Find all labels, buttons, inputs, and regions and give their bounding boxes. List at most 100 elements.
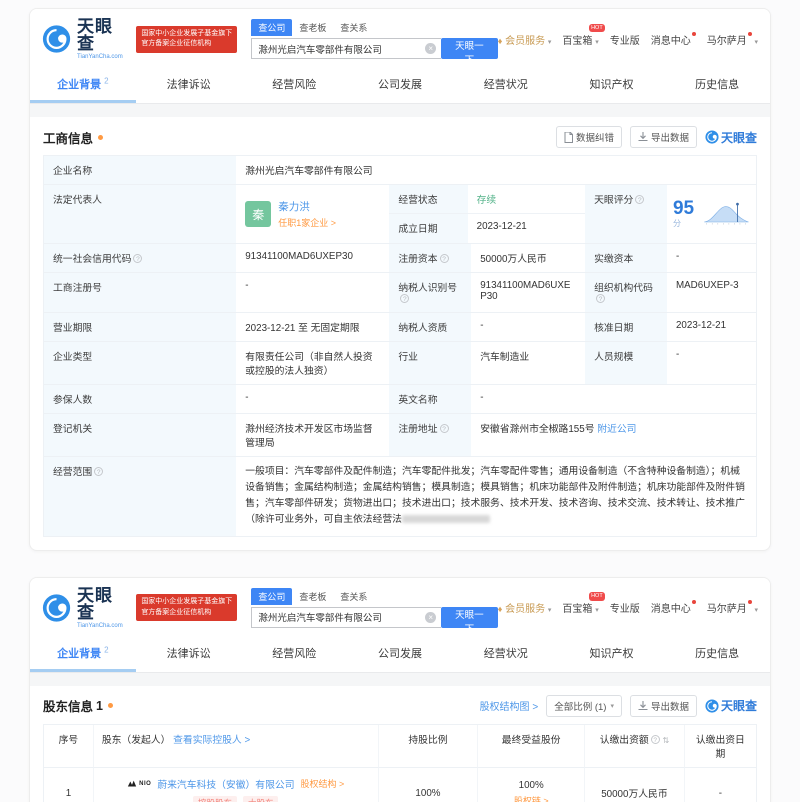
clear-search-icon[interactable]: × <box>425 43 436 54</box>
section-divider <box>30 104 770 117</box>
search-input[interactable] <box>251 607 441 628</box>
tab-company-background[interactable]: 企业背景 2 <box>30 636 136 672</box>
tianyancha-eye-icon <box>42 593 71 623</box>
notification-dot <box>748 32 752 36</box>
nav-vip-services[interactable]: ♦ 会员服务 ▾ <box>498 32 552 47</box>
info-icon[interactable]: ? <box>400 294 409 303</box>
table-header-row: 序号 股东（发起人） 查看实际控股人 > 持股比例 最终受益股份 认缴出资额? … <box>44 725 756 768</box>
vip-diamond-icon: ♦ <box>498 604 503 614</box>
tab-history-info[interactable]: 历史信息 <box>664 636 770 672</box>
info-icon[interactable]: ? <box>440 254 449 263</box>
info-icon[interactable]: ? <box>94 467 103 476</box>
search-tab-relation[interactable]: 查关系 <box>333 19 374 36</box>
tianyancha-logo[interactable]: 天眼查 TianYanCha.com <box>42 587 129 629</box>
field-label: 注册资本? <box>389 244 471 272</box>
search-button[interactable]: 天眼一下 <box>441 38 498 59</box>
nio-logo-icon <box>127 779 137 789</box>
date-value: - <box>685 768 756 802</box>
search-input[interactable] <box>251 38 441 59</box>
tab-operation-status[interactable]: 经营状况 <box>453 67 559 103</box>
data-correction-button[interactable]: 数据纠错 <box>556 126 622 148</box>
nav-user-menu[interactable]: 马尔萨月 ▾ <box>707 600 758 615</box>
table-row: 登记机关 滁州经济技术开发区市场监督管理局 注册地址? 安徽省滁州市全椒路155… <box>44 414 756 457</box>
field-value: 有限责任公司（非自然人投资或控股的法人独资） <box>236 342 389 384</box>
tab-intellectual-property[interactable]: 知识产权 <box>559 636 665 672</box>
info-icon[interactable]: ? <box>440 424 449 433</box>
nav-toolbox[interactable]: HOT百宝箱 ▾ <box>562 32 598 47</box>
nav-vip-services[interactable]: ♦ 会员服务 ▾ <box>498 600 552 615</box>
search-tab-company[interactable]: 查公司 <box>251 19 292 36</box>
search-tab-relation[interactable]: 查关系 <box>333 588 374 605</box>
monitor-dot-icon <box>108 703 113 708</box>
field-value: 汽车制造业 <box>471 342 585 384</box>
field-value: MAD6UXEP-3 <box>667 273 756 312</box>
export-data-button[interactable]: 导出数据 <box>630 126 697 148</box>
legal-rep-link[interactable]: 秦力洪 <box>278 199 336 214</box>
column-header: 持股比例 <box>379 725 479 768</box>
info-icon[interactable]: ? <box>651 735 660 744</box>
search-tab-company[interactable]: 查公司 <box>251 588 292 605</box>
section-divider <box>30 673 770 686</box>
tianyancha-logo[interactable]: 天眼查 TianYanCha.com <box>42 18 129 60</box>
field-label: 登记机关 <box>44 414 236 456</box>
equity-structure-chart-link[interactable]: 股权结构图 > <box>480 698 539 713</box>
tab-intellectual-property[interactable]: 知识产权 <box>559 67 665 103</box>
search-tab-boss[interactable]: 查老板 <box>292 588 333 605</box>
column-header: 最终受益股份 <box>478 725 585 768</box>
tab-history-info[interactable]: 历史信息 <box>664 67 770 103</box>
established-date-value: 2023-12-21 <box>468 214 585 243</box>
nav-toolbox[interactable]: HOT百宝箱 ▾ <box>562 600 598 615</box>
export-data-button[interactable]: 导出数据 <box>630 695 697 717</box>
nav-user-menu[interactable]: 马尔萨月 ▾ <box>707 32 758 47</box>
search-area: 查公司 查老板 查关系 × 天眼一下 <box>251 19 497 59</box>
tab-company-development[interactable]: 公司发展 <box>347 67 453 103</box>
ratio-value: 100% <box>379 768 479 802</box>
tianyan-score-cell[interactable]: 95分 <box>667 185 756 243</box>
nav-message-center[interactable]: 消息中心 <box>651 600 696 615</box>
info-icon[interactable]: ? <box>635 195 644 204</box>
shareholder-name-link[interactable]: 蔚来汽车科技（安徽）有限公司 <box>157 777 294 791</box>
section-count: 1 <box>96 699 103 713</box>
tab-operation-risk[interactable]: 经营风险 <box>241 636 347 672</box>
download-icon <box>638 701 648 711</box>
info-icon[interactable]: ? <box>133 254 142 263</box>
tab-company-development[interactable]: 公司发展 <box>347 636 453 672</box>
info-icon[interactable]: ? <box>596 294 605 303</box>
site-header: 天眼查 TianYanCha.com 国家中小企业发展子基金旗下 官方备案企业征… <box>30 9 770 67</box>
tab-legal-proceedings[interactable]: 法律诉讼 <box>136 67 242 103</box>
nav-message-center[interactable]: 消息中心 <box>651 32 696 47</box>
nav-pro-version[interactable]: 专业版 <box>610 32 640 47</box>
search-tab-boss[interactable]: 查老板 <box>292 19 333 36</box>
clear-search-icon[interactable]: × <box>425 612 436 623</box>
shareholders-section-header: 股东信息 1 股权结构图 > 全部比例 (1) ▾ 导出数据 天眼查 <box>30 686 770 724</box>
search-button[interactable]: 天眼一下 <box>441 607 498 628</box>
actual-controller-link[interactable]: 查看实际控股人 > <box>173 735 250 746</box>
field-label: 工商注册号 <box>44 273 236 312</box>
field-label: 营业期限 <box>44 313 236 341</box>
tab-operation-risk[interactable]: 经营风险 <box>241 67 347 103</box>
hot-badge: HOT <box>589 592 605 601</box>
monitor-dot-icon <box>98 135 103 140</box>
equity-structure-link[interactable]: 股权结构 > <box>301 777 345 790</box>
tab-company-background[interactable]: 企业背景 2 <box>30 67 136 103</box>
tianyancha-watermark-icon <box>705 699 719 713</box>
business-info-table: 企业名称 滁州光启汽车零部件有限公司 法定代表人 秦 秦力洪 任职1家企业 > … <box>43 155 757 537</box>
tab-operation-status[interactable]: 经营状况 <box>453 636 559 672</box>
legal-rep-companies-link[interactable]: 任职1家企业 > <box>278 216 336 229</box>
nav-pro-version[interactable]: 专业版 <box>610 600 640 615</box>
field-label: 行业 <box>389 342 471 384</box>
site-header: 天眼查 TianYanCha.com 国家中小企业发展子基金旗下 官方备案企业征… <box>30 578 770 636</box>
column-header: 序号 <box>44 725 94 768</box>
screenshot-shareholders: 天眼查 TianYanCha.com 国家中小企业发展子基金旗下 官方备案企业征… <box>29 577 771 802</box>
shareholder-cell: NIO 蔚来汽车科技（安徽）有限公司 股权结构 > 控股股东 大股东 <box>94 768 379 802</box>
tianyancha-watermark: 天眼查 <box>705 129 757 146</box>
equity-chain-link[interactable]: 股权链 > <box>514 794 549 802</box>
vip-diamond-icon: ♦ <box>498 36 503 46</box>
section-title: 工商信息 <box>43 128 93 147</box>
sort-icon[interactable]: ⇅ <box>662 736 669 745</box>
nearby-companies-link[interactable]: 附近公司 <box>597 424 636 435</box>
tag-major-shareholder: 大股东 <box>243 796 279 802</box>
gov-certification-badge: 国家中小企业发展子基金旗下 官方备案企业征信机构 <box>136 26 237 53</box>
ratio-filter-select[interactable]: 全部比例 (1) ▾ <box>546 695 622 717</box>
tab-legal-proceedings[interactable]: 法律诉讼 <box>136 636 242 672</box>
